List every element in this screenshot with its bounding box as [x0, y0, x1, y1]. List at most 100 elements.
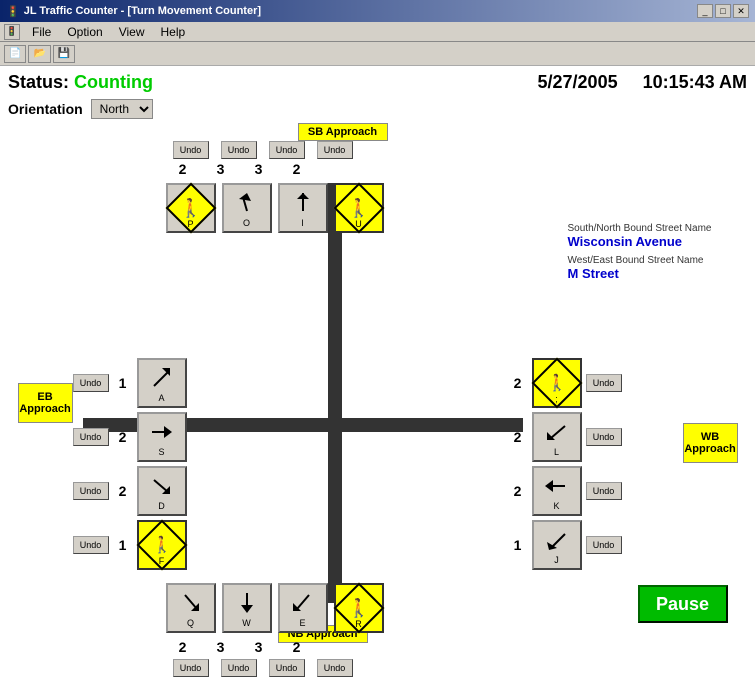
west-undo-l[interactable]: Undo	[586, 428, 622, 446]
status-value: Counting	[74, 72, 153, 92]
toolbar-open[interactable]: 📂	[28, 45, 50, 63]
south-undo-q[interactable]: Undo	[173, 659, 209, 677]
east-row-a: Undo 1 A	[73, 358, 187, 408]
north-count-p: 2	[173, 161, 193, 177]
south-btn-w[interactable]: W	[222, 583, 272, 633]
west-count-semi: 2	[508, 375, 528, 391]
west-count-k: 2	[508, 483, 528, 499]
east-btn-s[interactable]: S	[137, 412, 187, 462]
west-btn-k[interactable]: K	[532, 466, 582, 516]
east-undo-s[interactable]: Undo	[73, 428, 109, 446]
intersection-area: SB Approach NB Approach EB Approach WB A…	[18, 123, 738, 643]
east-row-s: Undo 2 S	[73, 412, 187, 462]
status-datetime: 5/27/2005 10:15:43 AM	[538, 72, 747, 93]
orientation-select[interactable]: North South East West	[91, 99, 153, 119]
main-content: Status: Counting 5/27/2005 10:15:43 AM O…	[0, 66, 755, 684]
menu-file[interactable]: File	[24, 23, 59, 41]
app-icon: 🚦	[6, 5, 20, 18]
west-undo-k[interactable]: Undo	[586, 482, 622, 500]
south-btn-row: Q W E 🚶	[166, 583, 384, 633]
west-row-semi: 2 🚶 ; Undo	[508, 358, 622, 408]
west-btn-j[interactable]: J	[532, 520, 582, 570]
north-btn-u[interactable]: 🚶 U	[334, 183, 384, 233]
window-title: JL Traffic Counter - [Turn Movement Coun…	[24, 5, 261, 17]
status-label: Status:	[8, 72, 69, 92]
south-count-e: 3	[249, 639, 269, 655]
west-btn-l[interactable]: L	[532, 412, 582, 462]
east-btn-d[interactable]: D	[137, 466, 187, 516]
menu-bar: 🚦 File Option View Help	[0, 22, 755, 42]
south-count-q: 2	[173, 639, 193, 655]
west-row-j: 1 J Undo	[508, 520, 622, 570]
menu-view[interactable]: View	[111, 23, 153, 41]
we-label: West/East Bound Street Name	[568, 255, 738, 266]
we-name: M Street	[568, 266, 738, 281]
east-movements: Undo 1 A Undo 2	[73, 358, 187, 570]
west-btn-semi[interactable]: 🚶 ;	[532, 358, 582, 408]
pause-button[interactable]: Pause	[638, 585, 728, 623]
south-undo-r[interactable]: Undo	[317, 659, 353, 677]
east-btn-f[interactable]: 🚶 F	[137, 520, 187, 570]
sn-name: Wisconsin Avenue	[568, 234, 738, 249]
east-undo-f[interactable]: Undo	[73, 536, 109, 554]
title-bar: 🚦 JL Traffic Counter - [Turn Movement Co…	[0, 0, 755, 22]
north-count-o: 3	[211, 161, 231, 177]
west-undo-j[interactable]: Undo	[586, 536, 622, 554]
status-date: 5/27/2005	[538, 72, 618, 92]
menu-option[interactable]: Option	[59, 23, 110, 41]
north-undo-o[interactable]: Undo	[221, 141, 257, 159]
south-btn-q[interactable]: Q	[166, 583, 216, 633]
east-undo-a[interactable]: Undo	[73, 374, 109, 392]
close-button[interactable]: ✕	[733, 4, 749, 18]
app-menu-icon: 🚦	[4, 24, 20, 40]
south-undo-e[interactable]: Undo	[269, 659, 305, 677]
north-btn-row: 🚶 P O I	[166, 183, 384, 233]
menu-help[interactable]: Help	[153, 23, 194, 41]
east-btn-a[interactable]: A	[137, 358, 187, 408]
sn-label: South/North Bound Street Name	[568, 223, 738, 234]
north-btn-p[interactable]: 🚶 P	[166, 183, 216, 233]
west-count-j: 1	[508, 537, 528, 553]
north-count-u: 2	[287, 161, 307, 177]
orientation-bar: Orientation North South East West	[8, 99, 747, 119]
south-btn-r[interactable]: 🚶 R	[334, 583, 384, 633]
east-count-f: 1	[113, 537, 133, 553]
east-count-d: 2	[113, 483, 133, 499]
east-undo-d[interactable]: Undo	[73, 482, 109, 500]
street-names: South/North Bound Street Name Wisconsin …	[568, 223, 738, 281]
toolbar-save[interactable]: 💾	[53, 45, 75, 63]
north-undo-i[interactable]: Undo	[269, 141, 305, 159]
north-count-i: 3	[249, 161, 269, 177]
south-undo-row: Undo Undo Undo Undo	[173, 659, 353, 677]
east-count-s: 2	[113, 429, 133, 445]
north-undo-p[interactable]: Undo	[173, 141, 209, 159]
east-row-d: Undo 2 D	[73, 466, 187, 516]
west-count-l: 2	[508, 429, 528, 445]
west-row-k: 2 K Undo	[508, 466, 622, 516]
east-count-a: 1	[113, 375, 133, 391]
toolbar-new[interactable]: 📄	[4, 45, 26, 63]
north-undo-row: Undo Undo Undo Undo	[173, 141, 353, 159]
west-row-l: 2 L Undo	[508, 412, 622, 462]
sb-approach-label: SB Approach	[298, 123, 388, 141]
north-undo-u[interactable]: Undo	[317, 141, 353, 159]
north-count-row: 2 3 3 2	[173, 161, 307, 177]
south-undo-w[interactable]: Undo	[221, 659, 257, 677]
status-bar: Status: Counting 5/27/2005 10:15:43 AM	[8, 72, 747, 93]
orientation-label: Orientation	[8, 101, 83, 117]
north-btn-i[interactable]: I	[278, 183, 328, 233]
south-count-w: 3	[211, 639, 231, 655]
west-movements: 2 🚶 ; Undo 2 L U	[508, 358, 622, 570]
minimize-button[interactable]: _	[697, 4, 713, 18]
road-vertical	[328, 183, 342, 603]
toolbar: 📄 📂 💾	[0, 42, 755, 66]
south-btn-e[interactable]: E	[278, 583, 328, 633]
window-controls: _ □ ✕	[697, 4, 749, 18]
south-count-row: 2 3 3 2	[173, 639, 307, 655]
wb-approach-label: WB Approach	[683, 423, 738, 463]
east-row-f: Undo 1 🚶 F	[73, 520, 187, 570]
south-count-r: 2	[287, 639, 307, 655]
west-undo-semi[interactable]: Undo	[586, 374, 622, 392]
north-btn-o[interactable]: O	[222, 183, 272, 233]
maximize-button[interactable]: □	[715, 4, 731, 18]
